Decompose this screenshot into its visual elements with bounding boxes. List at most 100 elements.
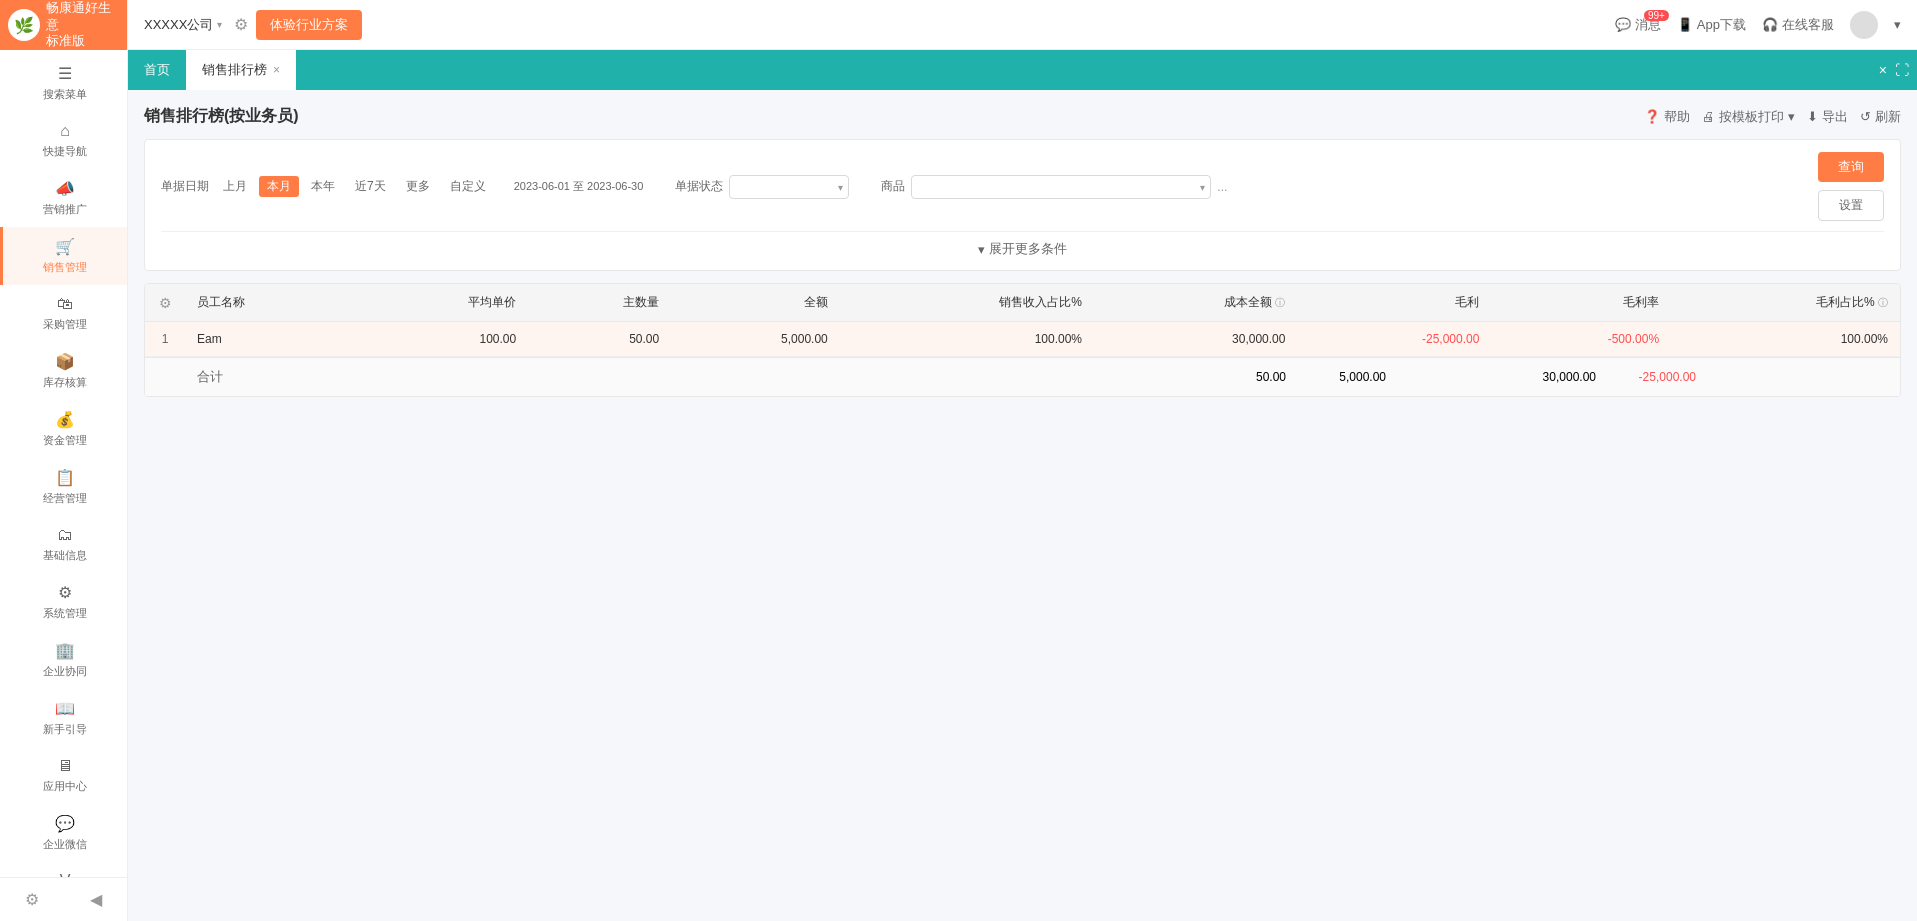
table-header-row: ⚙ 员工名称 平均单价 主数量 全额 销售收入占比% 成本全额 ⓘ 毛利 毛利率… bbox=[145, 284, 1900, 322]
filter-more-btn[interactable]: ... bbox=[1217, 180, 1227, 194]
sidebar-item-enterprise[interactable]: 🏢企业协同 bbox=[0, 631, 127, 689]
print-dropdown-icon: ▾ bbox=[1788, 109, 1795, 124]
sidebar-item-finance[interactable]: 💰资金管理 bbox=[0, 400, 127, 458]
sidebar-item-quick-nav[interactable]: ⌂快捷导航 bbox=[0, 112, 127, 169]
app-download-btn[interactable]: 📱 App下载 bbox=[1677, 16, 1746, 34]
row-cost: 30,000.00 bbox=[1094, 322, 1297, 357]
refresh-btn[interactable]: ↺ 刷新 bbox=[1860, 108, 1901, 126]
print-btn[interactable]: 🖨 按模板打印 ▾ bbox=[1702, 108, 1795, 126]
sidebar-icon-marketing: 📣 bbox=[55, 179, 75, 198]
expand-label: 展开更多条件 bbox=[989, 240, 1067, 258]
col-gross: 毛利 bbox=[1297, 284, 1491, 322]
sidebar-label-base-info: 基础信息 bbox=[43, 548, 87, 563]
query-btn[interactable]: 查询 bbox=[1818, 152, 1884, 182]
trial-btn[interactable]: 体验行业方案 bbox=[256, 10, 362, 40]
help-btn[interactable]: ❓ 帮助 bbox=[1644, 108, 1690, 126]
sidebar-item-apps[interactable]: 🖥应用中心 bbox=[0, 747, 127, 804]
date-option-this-month[interactable]: 本月 bbox=[259, 176, 299, 197]
goods-filter-label: 商品 bbox=[881, 178, 905, 195]
status-select[interactable] bbox=[729, 175, 849, 199]
sidebar-icon-inventory: 📦 bbox=[55, 352, 75, 371]
date-option-this-year[interactable]: 本年 bbox=[303, 176, 343, 197]
sidebar-settings-icon[interactable]: ⚙ bbox=[21, 886, 43, 913]
sidebar-label-operations: 经营管理 bbox=[43, 491, 87, 506]
sidebar-icon-finance: 💰 bbox=[55, 410, 75, 429]
sidebar: 🌿 畅康通好生意 标准版 ☰搜索菜单⌂快捷导航📣营销推广🛒销售管理🛍采购管理📦库… bbox=[0, 0, 128, 921]
filter-settings-btn[interactable]: 设置 bbox=[1818, 190, 1884, 221]
sidebar-label-apps: 应用中心 bbox=[43, 779, 87, 794]
topbar: XXXXX公司 ▾ ⚙ 体验行业方案 💬 消息 99+ 📱 App下载 🎧 在线… bbox=[128, 0, 1917, 50]
sidebar-item-sales[interactable]: 🛒 销售管理 bbox=[0, 227, 127, 285]
sidebar-item-inventory[interactable]: 📦 库存核算 bbox=[0, 342, 127, 400]
date-option-7days[interactable]: 近7天 bbox=[347, 176, 394, 197]
gross-pct-info-icon[interactable]: ⓘ bbox=[1878, 297, 1888, 308]
footer-amount: 5,000.00 bbox=[1298, 370, 1398, 384]
sidebar-icon-base-info: 🗂 bbox=[57, 526, 73, 544]
sidebar-icon-wechat: 💬 bbox=[55, 814, 75, 833]
table-footer: 合计 50.00 5,000.00 30,000.00 -25,000.00 bbox=[145, 357, 1900, 396]
main-content: XXXXX公司 ▾ ⚙ 体验行业方案 💬 消息 99+ 📱 App下载 🎧 在线… bbox=[128, 0, 1917, 921]
sidebar-icon-system: ⚙ bbox=[58, 583, 72, 602]
topbar-gear-icon[interactable]: ⚙ bbox=[234, 15, 248, 34]
sidebar-item-marketing[interactable]: 📣 营销推广 bbox=[0, 169, 127, 227]
filter-row-1: 单据日期 上月 本月 本年 近7天 更多 自定义 2023-06-01 至 20… bbox=[161, 152, 1884, 221]
date-option-last-month[interactable]: 上月 bbox=[215, 176, 255, 197]
export-btn[interactable]: ⬇ 导出 bbox=[1807, 108, 1848, 126]
col-sales-pct: 销售收入占比% bbox=[840, 284, 1094, 322]
goods-filter-group: 商品 ... bbox=[881, 175, 1227, 199]
tabbar-maximize-icon[interactable]: ⛶ bbox=[1895, 62, 1909, 78]
sidebar-item-wechat[interactable]: 💬企业微信 bbox=[0, 804, 127, 862]
app-download-icon: 📱 bbox=[1677, 17, 1693, 32]
sidebar-label-marketing: 营销推广 bbox=[43, 202, 87, 217]
col-avg-price: 平均单价 bbox=[357, 284, 529, 322]
print-icon: 🖨 bbox=[1702, 109, 1715, 124]
row-gross-rate: -500.00% bbox=[1491, 322, 1671, 357]
date-option-custom[interactable]: 自定义 bbox=[442, 176, 494, 197]
sidebar-label-sales: 销售管理 bbox=[43, 260, 87, 275]
date-option-more[interactable]: 更多 bbox=[398, 176, 438, 197]
sidebar-item-base-info[interactable]: 🗂 基础信息 bbox=[0, 516, 127, 573]
status-filter-label: 单据状态 bbox=[675, 178, 723, 195]
tabbar-close-icon[interactable]: × bbox=[1879, 62, 1887, 78]
page-content: 销售排行榜(按业务员) ❓ 帮助 🖨 按模板打印 ▾ ⬇ 导出 ↺ 刷新 bbox=[128, 90, 1917, 921]
cost-info-icon[interactable]: ⓘ bbox=[1275, 297, 1285, 308]
message-icon: 💬 bbox=[1615, 17, 1631, 32]
company-dropdown-icon: ▾ bbox=[217, 19, 222, 30]
sidebar-icon-sales: 🛒 bbox=[55, 237, 75, 256]
tab-home[interactable]: 首页 bbox=[128, 50, 186, 90]
date-options: 上月 本月 本年 近7天 更多 自定义 bbox=[215, 176, 494, 197]
sidebar-label-enterprise: 企业协同 bbox=[43, 664, 87, 679]
refresh-icon: ↺ bbox=[1860, 109, 1871, 124]
tab-close-icon[interactable]: × bbox=[273, 63, 280, 77]
message-btn[interactable]: 💬 消息 99+ bbox=[1615, 16, 1661, 34]
col-settings[interactable]: ⚙ bbox=[145, 284, 185, 322]
sidebar-bottom: ⚙ ◀ bbox=[0, 877, 127, 921]
sidebar-collapse-icon[interactable]: ◀ bbox=[86, 886, 106, 913]
footer-cost: 30,000.00 bbox=[1508, 370, 1608, 384]
goods-input[interactable] bbox=[911, 175, 1211, 199]
sidebar-label-quick-nav: 快捷导航 bbox=[43, 144, 87, 159]
settings-icon[interactable]: ⚙ bbox=[159, 295, 172, 311]
table-row: 1 Eam 100.00 50.00 5,000.00 100.00% 30,0… bbox=[145, 322, 1900, 357]
row-rank: 1 bbox=[145, 322, 185, 357]
help-icon: ❓ bbox=[1644, 109, 1660, 124]
sidebar-item-operations[interactable]: 📋 经营管理 bbox=[0, 458, 127, 516]
sidebar-item-purchase[interactable]: 🛍采购管理 bbox=[0, 285, 127, 342]
user-name[interactable]: ▾ bbox=[1894, 17, 1901, 32]
page-title: 销售排行榜(按业务员) bbox=[144, 106, 299, 127]
online-support-label: 在线客服 bbox=[1782, 16, 1834, 34]
sidebar-item-system[interactable]: ⚙系统管理 bbox=[0, 573, 127, 631]
sidebar-icon-operations: 📋 bbox=[55, 468, 75, 487]
expand-more-btn[interactable]: ▾ 展开更多条件 bbox=[161, 231, 1884, 258]
expand-icon: ▾ bbox=[978, 242, 985, 257]
online-support-btn[interactable]: 🎧 在线客服 bbox=[1762, 16, 1834, 34]
sidebar-label-inventory: 库存核算 bbox=[43, 375, 87, 390]
company-selector[interactable]: XXXXX公司 ▾ bbox=[144, 16, 222, 34]
tab-sales-ranking[interactable]: 销售排行榜 × bbox=[186, 50, 296, 90]
sidebar-item-guide[interactable]: 📖新手引导 bbox=[0, 689, 127, 747]
sidebar-item-member[interactable]: V畅会员 bbox=[0, 862, 127, 877]
status-filter-group: 单据状态 bbox=[675, 175, 849, 199]
user-avatar[interactable] bbox=[1850, 11, 1878, 39]
sidebar-item-search[interactable]: ☰搜索菜单 bbox=[0, 54, 127, 112]
page-header: 销售排行榜(按业务员) ❓ 帮助 🖨 按模板打印 ▾ ⬇ 导出 ↺ 刷新 bbox=[144, 106, 1901, 127]
